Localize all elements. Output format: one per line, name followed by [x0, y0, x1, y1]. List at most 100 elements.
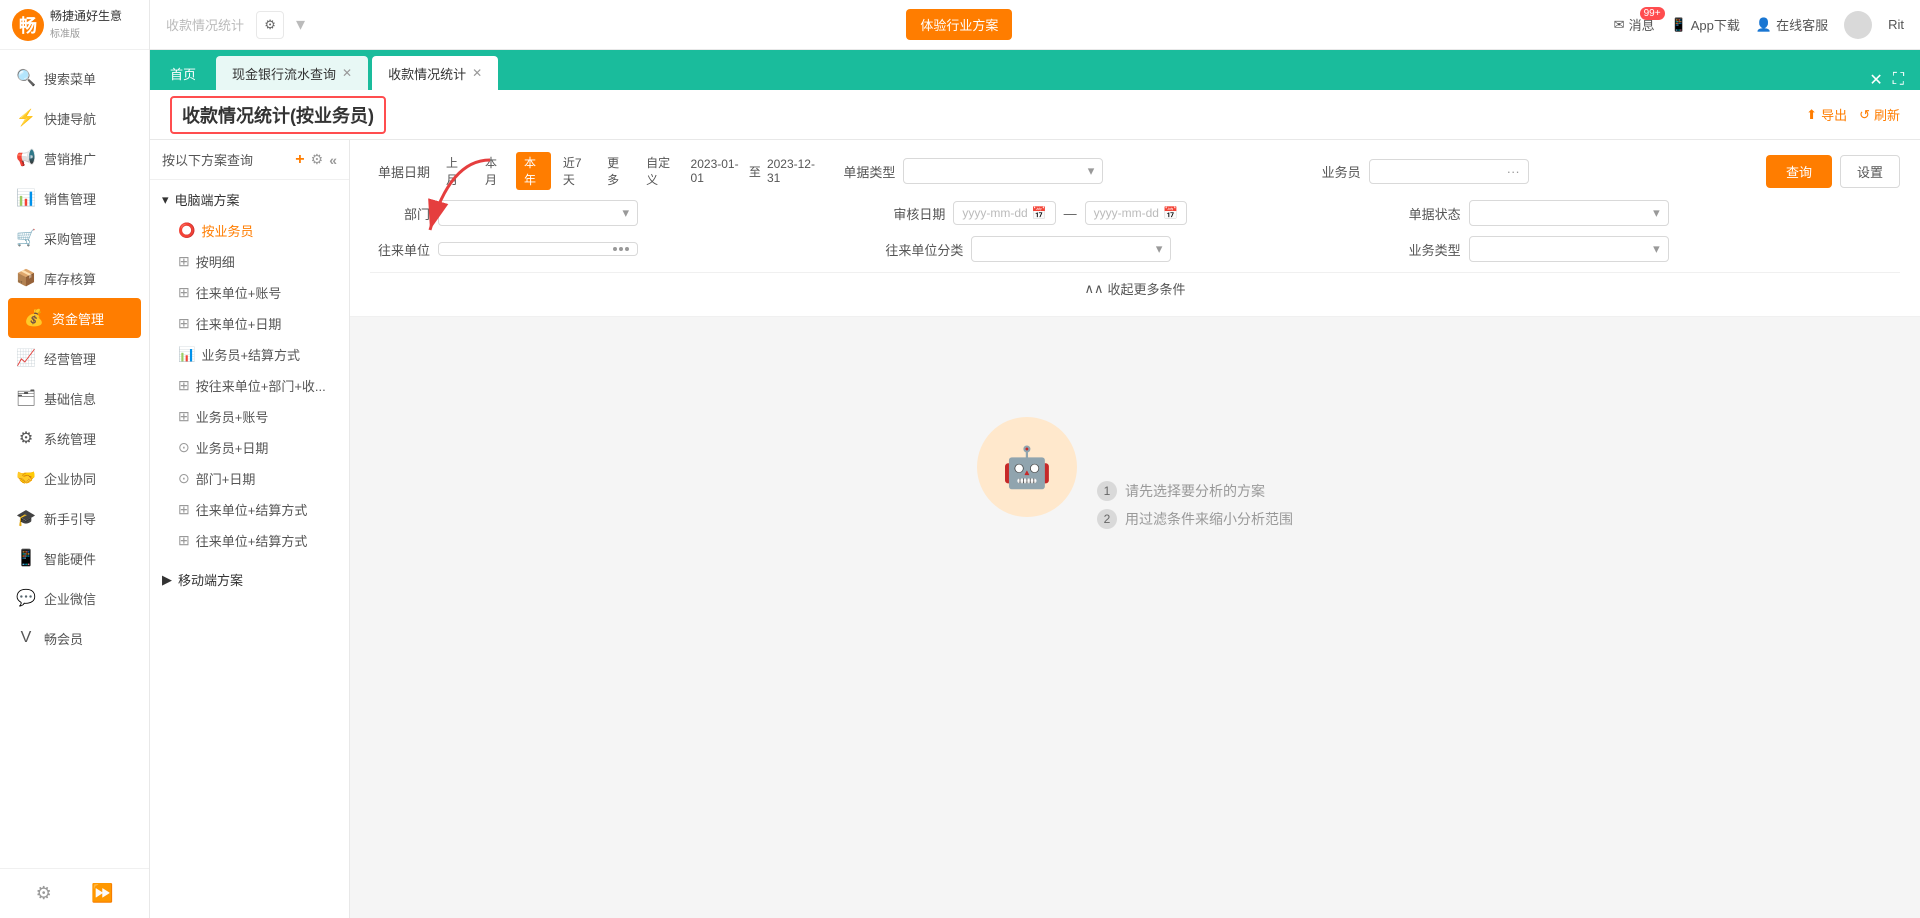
left-panel-collapse-button[interactable]: « — [329, 152, 337, 168]
unit-date-icon: ⊞ — [178, 315, 190, 332]
dept-date-icon: ⊙ — [178, 470, 190, 487]
tab-home[interactable]: 首页 — [154, 56, 212, 90]
scheme-item-unit-account[interactable]: ⊞ 往来单位+账号 — [150, 277, 349, 308]
sidebar-item-purchase[interactable]: 🛒 采购管理 — [0, 218, 149, 258]
tab-expand-icon[interactable]: ⛶ — [1893, 71, 1904, 89]
logo-icon: 畅 — [12, 9, 44, 41]
doc-status-label: 单据状态 — [1401, 204, 1461, 223]
hint-item-2: 2 用过滤条件来缩小分析范围 — [1097, 509, 1293, 529]
sidebar-item-hardware[interactable]: 📱 智能硬件 — [0, 538, 149, 578]
hint-item-1: 1 请先选择要分析的方案 — [1097, 481, 1293, 501]
scheme-item-unit-settle2[interactable]: ⊞ 往来单位+结算方式 — [150, 525, 349, 556]
operation-icon: 📈 — [16, 348, 36, 368]
sidebar-item-search[interactable]: 🔍 搜索菜单 — [0, 58, 149, 98]
topbar-right: ✉ 消息 99+ 📱 App下载 👤 在线客服 Rit — [1614, 11, 1904, 39]
app-download-button[interactable]: 📱 App下载 — [1671, 15, 1740, 34]
tab-receipt[interactable]: 收款情况统计 ✕ — [372, 56, 498, 90]
search-row-2: 部门 ▾ 审核日期 yyyy-mm-dd 📅 — [370, 200, 1900, 226]
counterpart-field: 往来单位 — [370, 240, 869, 259]
tab-bank-close[interactable]: ✕ — [342, 66, 352, 80]
tab-receipt-close[interactable]: ✕ — [472, 66, 482, 80]
logo-name: 畅捷通好生意 — [50, 9, 122, 25]
sidebar-item-quick[interactable]: ⚡ 快捷导航 — [0, 98, 149, 138]
scheme-group-mobile-header[interactable]: ▶ 移动端方案 — [150, 564, 349, 595]
collapse-more-button[interactable]: ∧∧ 收起更多条件 — [370, 272, 1900, 304]
scheme-item-unit-dept-collect[interactable]: ⊞ 按往来单位+部门+收... — [150, 370, 349, 401]
biz-type-label: 业务类型 — [1401, 240, 1461, 259]
hardware-icon: 📱 — [16, 548, 36, 568]
date-tab-last-month[interactable]: 上月 — [438, 152, 473, 190]
topbar-dropdown[interactable]: ▾ — [296, 14, 305, 35]
settings-button[interactable]: 设置 — [1840, 155, 1900, 188]
tab-bank[interactable]: 现金银行流水查询 ✕ — [216, 56, 368, 90]
detail-icon: ⊞ — [178, 253, 190, 270]
sidebar-item-stock[interactable]: 📦 库存核算 — [0, 258, 149, 298]
message-button[interactable]: ✉ 消息 99+ — [1614, 15, 1655, 34]
counterpart-category-field: 往来单位分类 ▾ — [885, 236, 1384, 262]
left-panel-header: 按以下方案查询 + ⚙ « — [150, 140, 349, 180]
date-tab-custom[interactable]: 自定义 — [638, 152, 682, 190]
sidebar-item-sales[interactable]: 📊 销售管理 — [0, 178, 149, 218]
sidebar-footer-collapse[interactable]: ⏩ — [91, 883, 113, 904]
scheme-item-unit-date[interactable]: ⊞ 往来单位+日期 — [150, 308, 349, 339]
scheme-group-mobile: ▶ 移动端方案 — [150, 560, 349, 599]
sidebar-logo: 畅 畅捷通好生意 标准版 — [0, 0, 149, 50]
scheme-item-salesperson-date[interactable]: ⊙ 业务员+日期 — [150, 432, 349, 463]
tab-bar: 首页 现金银行流水查询 ✕ 收款情况统计 ✕ ✕ ⛶ — [150, 50, 1920, 90]
purchase-icon: 🛒 — [16, 228, 36, 248]
scheme-item-salesperson[interactable]: ⭕ 按业务员 — [150, 215, 349, 246]
avatar[interactable] — [1844, 11, 1872, 39]
counterpart-category-select[interactable]: ▾ — [971, 236, 1171, 262]
date-tab-more[interactable]: 更多 — [599, 152, 634, 190]
scheme-item-dept-date[interactable]: ⊙ 部门+日期 — [150, 463, 349, 494]
counterpart-dots[interactable] — [613, 247, 629, 251]
refresh-button[interactable]: ↺ 刷新 — [1859, 105, 1900, 124]
doc-type-field: 单据类型 ▾ — [835, 158, 1284, 184]
scheme-item-salesperson-settle[interactable]: 📊 业务员+结算方式 — [150, 339, 349, 370]
biz-type-select[interactable]: ▾ — [1469, 236, 1669, 262]
review-date-label: 审核日期 — [885, 204, 945, 223]
empty-state: 🤖 1 请先选择要分析的方案 2 用过滤条件来缩小分析范围 — [977, 417, 1293, 537]
scheme-item-detail[interactable]: ⊞ 按明细 — [150, 246, 349, 277]
sidebar-item-member[interactable]: V 畅会员 — [0, 618, 149, 658]
search-icon: 🔍 — [16, 68, 36, 88]
date-tab-this-month[interactable]: 本月 — [477, 152, 512, 190]
sidebar-item-marketing[interactable]: 📢 营销推广 — [0, 138, 149, 178]
query-button[interactable]: 查询 — [1766, 155, 1832, 188]
sidebar-item-system[interactable]: ⚙ 系统管理 — [0, 418, 149, 458]
topbar-settings-button[interactable]: ⚙ — [256, 11, 284, 39]
scheme-item-unit-settle[interactable]: ⊞ 往来单位+结算方式 — [150, 494, 349, 525]
unit-settle2-icon: ⊞ — [178, 532, 190, 549]
date-tab-7days[interactable]: 近7天 — [555, 152, 595, 190]
salesperson-settle-icon: 📊 — [178, 346, 195, 363]
doc-type-select[interactable]: ▾ — [903, 158, 1103, 184]
tab-close-all-icon[interactable]: ✕ — [1869, 70, 1882, 90]
trial-button[interactable]: 体验行业方案 — [906, 9, 1012, 40]
doc-status-caret: ▾ — [1653, 205, 1660, 221]
sidebar-item-fund[interactable]: 💰 资金管理 — [8, 298, 141, 338]
date-tabs: 上月 本月 本年 近7天 更多 自定义 — [438, 152, 683, 190]
service-button[interactable]: 👤 在线客服 — [1756, 15, 1828, 34]
export-button[interactable]: ⬆ 导出 — [1806, 105, 1847, 124]
sidebar-item-operation[interactable]: 📈 经营管理 — [0, 338, 149, 378]
sidebar-item-guide[interactable]: 🎓 新手引导 — [0, 498, 149, 538]
right-section: 单据日期 上月 本月 本年 近7天 更多 自定义 2023-01-01 — [350, 140, 1920, 918]
page-title: 收款情况统计(按业务员) — [170, 96, 386, 134]
doc-status-select[interactable]: ▾ — [1469, 200, 1669, 226]
scheme-item-salesperson-account[interactable]: ⊞ 业务员+账号 — [150, 401, 349, 432]
counterpart-select[interactable] — [438, 242, 638, 256]
scheme-group-desktop-header[interactable]: ▾ 电脑端方案 — [150, 184, 349, 215]
sidebar-item-wechat[interactable]: 💬 企业微信 — [0, 578, 149, 618]
review-date-from[interactable]: yyyy-mm-dd 📅 — [953, 201, 1055, 225]
dept-select[interactable]: ▾ — [438, 200, 638, 226]
review-date-to[interactable]: yyyy-mm-dd 📅 — [1085, 201, 1187, 225]
date-tab-this-year[interactable]: 本年 — [516, 152, 551, 190]
left-panel-add-button[interactable]: + — [295, 151, 304, 169]
sidebar-item-basic[interactable]: 🗂 基础信息 — [0, 378, 149, 418]
sidebar-footer-settings[interactable]: ⚙ — [36, 883, 52, 904]
salesperson-select[interactable]: ··· — [1369, 159, 1529, 184]
salesperson-more-icon: ··· — [1507, 164, 1520, 179]
message-badge: 99+ — [1640, 7, 1665, 20]
left-panel-settings-button[interactable]: ⚙ — [311, 151, 324, 168]
sidebar-item-enterprise[interactable]: 🤝 企业协同 — [0, 458, 149, 498]
